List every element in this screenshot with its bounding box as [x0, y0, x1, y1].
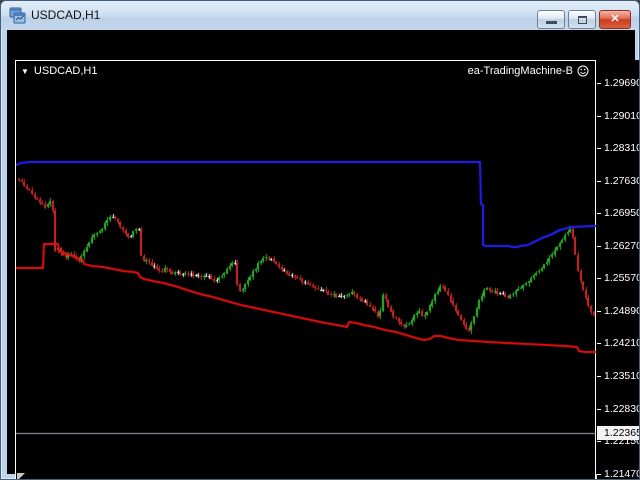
ea-label: ea-TradingMachine-B	[468, 65, 589, 77]
price-tick	[597, 474, 601, 475]
price-label: 1.29010	[604, 110, 640, 122]
price-tick	[597, 181, 601, 182]
ea-name-text: ea-TradingMachine-B	[467, 65, 573, 77]
smiley-icon	[577, 65, 589, 77]
price-label: 1.27630	[604, 175, 640, 187]
candlestick-canvas[interactable]	[16, 61, 596, 479]
symbol-period-label: ▼ USDCAD,H1	[21, 65, 98, 77]
bid-price-box: 1.22365	[597, 426, 639, 440]
price-label: 1.21470	[604, 468, 640, 480]
price-tick	[597, 116, 601, 117]
price-tick	[597, 246, 601, 247]
minimize-button[interactable]	[537, 10, 565, 29]
price-tick	[597, 343, 601, 344]
price-tick	[597, 213, 601, 214]
price-label: 1.29690	[604, 77, 640, 89]
close-button[interactable]: ✕	[599, 10, 631, 29]
price-tick	[597, 376, 601, 377]
chart-window-icon	[9, 7, 26, 24]
price-tick	[597, 278, 601, 279]
price-label: 1.28310	[604, 142, 640, 154]
restore-icon	[578, 16, 587, 24]
price-scale[interactable]: 1.29690 1.29010 1.28310 1.27630 1.26950 1.262…	[597, 60, 640, 480]
chart-plot-area[interactable]: ▼ USDCAD,H1 ea-TradingMachine-B	[15, 60, 596, 479]
price-tick	[597, 83, 601, 84]
price-label: 1.24890	[604, 305, 640, 317]
price-label: 1.24210	[604, 337, 640, 349]
restore-button[interactable]	[568, 10, 596, 29]
chevron-down-icon[interactable]: ▼	[21, 66, 29, 77]
price-tick	[597, 409, 601, 410]
price-label: 1.25570	[604, 272, 640, 284]
symbol-period-text: USDCAD,H1	[33, 65, 98, 77]
chart-client-area: ▼ USDCAD,H1 ea-TradingMachine-B 1.29690 1…	[7, 30, 639, 479]
price-label: 1.22830	[604, 403, 640, 415]
price-label: 1.23510	[604, 370, 640, 382]
chart-window: USDCAD,H1 ✕ ▼ USDCAD,H1 ea-TradingMachin…	[0, 0, 640, 480]
price-label: 1.26270	[604, 240, 640, 252]
minimize-icon	[546, 21, 557, 24]
window-title: USDCAD,H1	[31, 8, 101, 22]
price-tick	[597, 148, 601, 149]
price-label: 1.26950	[604, 207, 640, 219]
title-bar[interactable]: USDCAD,H1 ✕	[1, 1, 639, 30]
price-tick	[597, 311, 601, 312]
price-tick	[597, 441, 601, 442]
